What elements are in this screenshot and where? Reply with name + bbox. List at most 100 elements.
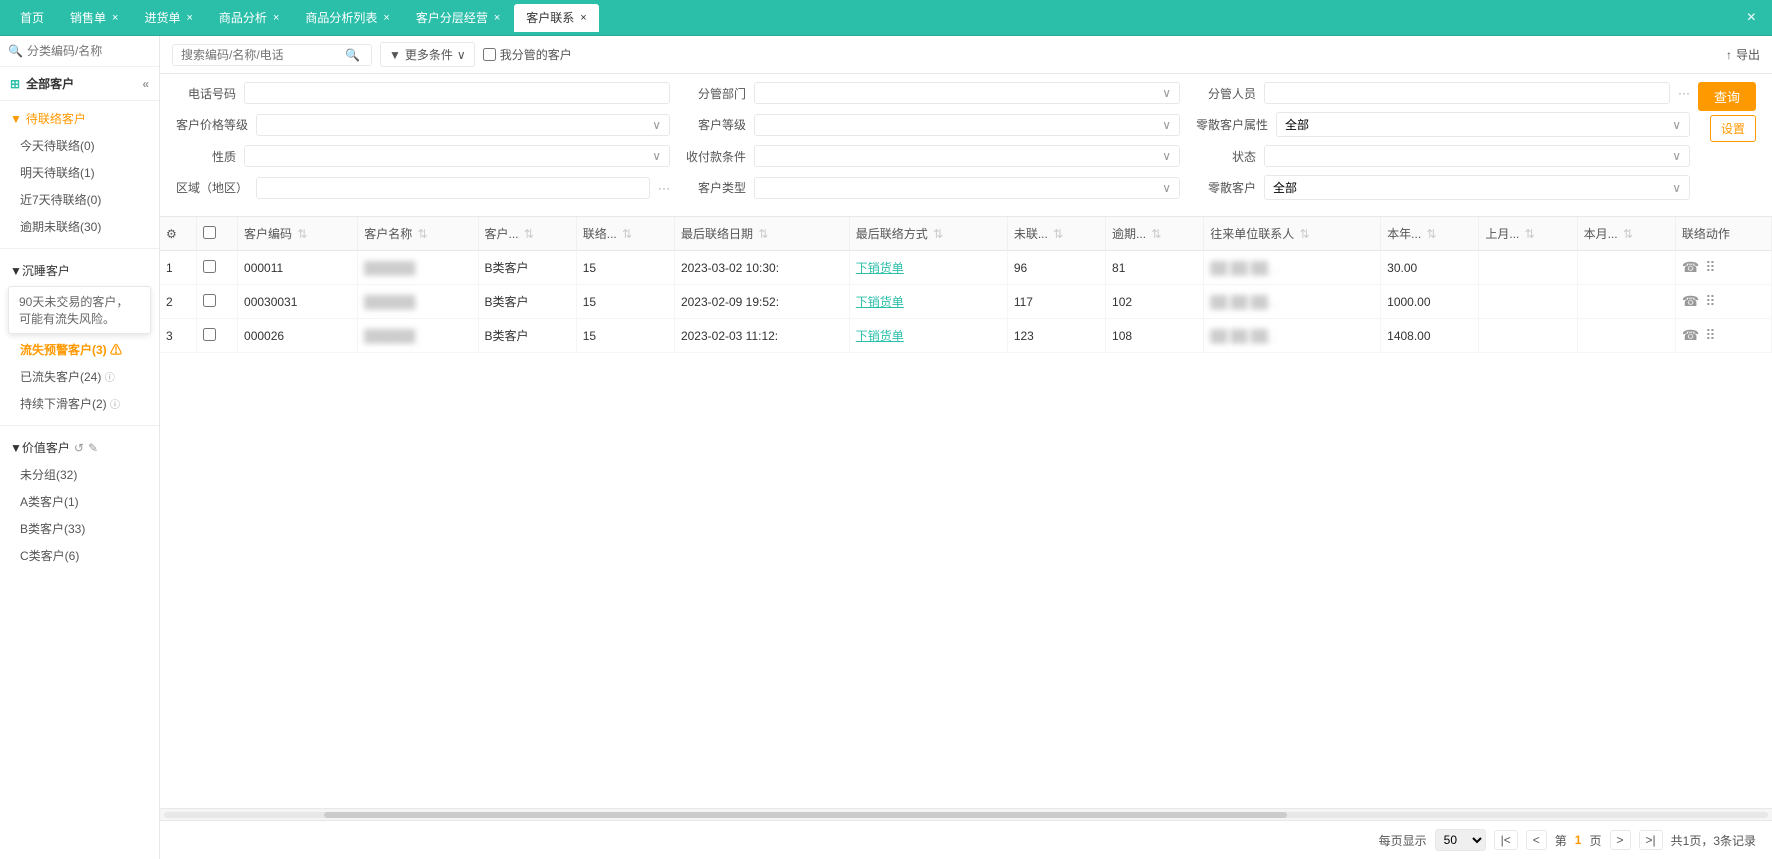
tab-customer-contact[interactable]: 客户联系 × xyxy=(514,4,598,32)
next-page-button[interactable]: > xyxy=(1610,830,1631,850)
tab-analysis-close[interactable]: × xyxy=(273,12,279,24)
row-this-month xyxy=(1577,251,1675,285)
all-customers-header[interactable]: ⊞ 全部客户 « xyxy=(0,67,159,101)
tab-purchase[interactable]: 进货单 × xyxy=(132,4,204,32)
tab-customer-contact-close[interactable]: × xyxy=(580,12,586,24)
zero-customer-select[interactable]: 全部 ∨ xyxy=(1264,175,1690,200)
sidebar-item-class-a[interactable]: A类客户(1) xyxy=(0,488,159,515)
scrollbar-thumb[interactable] xyxy=(324,812,1286,818)
filter-button[interactable]: ▼ 更多条件 ∨ xyxy=(380,42,475,67)
contact-action-icon[interactable]: ☎ xyxy=(1682,259,1699,276)
contact-action-icon[interactable]: ☎ xyxy=(1682,327,1699,344)
query-button[interactable]: 查询 xyxy=(1698,82,1756,111)
dept-select[interactable]: ∨ xyxy=(754,82,1180,104)
prev-page-button[interactable]: < xyxy=(1526,830,1547,850)
window-close-button[interactable]: × xyxy=(1739,9,1764,27)
sidebar-item-declining[interactable]: 持续下滑客户(2) ⓘ xyxy=(0,390,159,417)
price-level-select[interactable]: ∨ xyxy=(256,114,670,136)
tab-bar: 首页 销售单 × 进货单 × 商品分析 × 商品分析列表 × 客户分层经营 × … xyxy=(0,0,1772,36)
sidebar-item-tomorrow[interactable]: 明天待联络(1) xyxy=(0,159,159,186)
contact-action-icon[interactable]: ☎ xyxy=(1682,293,1699,310)
col-type[interactable]: 客户... ⇅ xyxy=(478,217,576,251)
customer-level-select[interactable]: ∨ xyxy=(754,114,1180,136)
payment-select[interactable]: ∨ xyxy=(754,145,1180,167)
more-action-icon[interactable]: ⠿ xyxy=(1705,327,1715,344)
sort-icon-unit-contact: ⇅ xyxy=(1300,227,1310,241)
col-code[interactable]: 客户编码 ⇅ xyxy=(238,217,358,251)
sidebar-group-pending-title[interactable]: ▼ 待联络客户 xyxy=(0,105,159,132)
zero-attr-select[interactable]: 全部 ∨ xyxy=(1276,112,1690,137)
my-customers-checkbox[interactable] xyxy=(483,48,496,61)
search-button-icon[interactable]: 🔍 xyxy=(345,48,360,62)
row-last-way[interactable]: 下销货单 xyxy=(849,251,1007,285)
col-this-month[interactable]: 本月... ⇅ xyxy=(1577,217,1675,251)
collapse-icon[interactable]: « xyxy=(142,77,149,91)
sidebar-group-dormant-title[interactable]: ▼ 沉睡客户 xyxy=(0,257,159,284)
current-page-number: 1 xyxy=(1575,833,1582,847)
row-checkbox-cell[interactable] xyxy=(197,251,238,285)
customer-table: ⚙ 客户编码 ⇅ 客户名称 ⇅ 客户... xyxy=(160,217,1772,353)
select-all-checkbox[interactable] xyxy=(203,226,216,239)
col-uncontacted[interactable]: 未联... ⇅ xyxy=(1007,217,1105,251)
my-customers-checkbox-label[interactable]: 我分管的客户 xyxy=(483,46,572,63)
horizontal-scrollbar[interactable] xyxy=(160,808,1772,820)
tab-sales[interactable]: 销售单 × xyxy=(58,4,130,32)
row-checkbox[interactable] xyxy=(203,260,216,273)
col-checkbox-all[interactable] xyxy=(197,217,238,251)
tab-customer-tier-close[interactable]: × xyxy=(494,12,500,24)
sidebar-search-input[interactable] xyxy=(27,44,160,58)
region-input[interactable] xyxy=(256,177,650,199)
row-checkbox[interactable] xyxy=(203,328,216,341)
tab-analysis-list[interactable]: 商品分析列表 × xyxy=(293,4,401,32)
col-overdue[interactable]: 逾期... ⇅ xyxy=(1106,217,1204,251)
row-checkbox[interactable] xyxy=(203,294,216,307)
sidebar-item-today[interactable]: 今天待联络(0) xyxy=(0,132,159,159)
col-contact[interactable]: 联络... ⇅ xyxy=(576,217,674,251)
col-settings[interactable]: ⚙ xyxy=(160,217,197,251)
more-action-icon[interactable]: ⠿ xyxy=(1705,259,1715,276)
col-last-date[interactable]: 最后联络日期 ⇅ xyxy=(674,217,849,251)
row-uncontacted: 117 xyxy=(1007,285,1105,319)
row-last-way[interactable]: 下销货单 xyxy=(849,285,1007,319)
sidebar-item-churned[interactable]: 已流失客户(24) ⓘ xyxy=(0,363,159,390)
tab-analysis-list-close[interactable]: × xyxy=(383,12,389,24)
toolbar: 🔍 ▼ 更多条件 ∨ 我分管的客户 ↑ 导出 xyxy=(160,36,1772,74)
sidebar-group-value-title[interactable]: ▼ 价值客户 ↺ ✎ xyxy=(0,434,159,461)
more-action-icon[interactable]: ⠿ xyxy=(1705,293,1715,310)
tab-analysis[interactable]: 商品分析 × xyxy=(207,4,291,32)
tab-purchase-close[interactable]: × xyxy=(186,12,192,24)
row-checkbox-cell[interactable] xyxy=(197,285,238,319)
customer-type-select[interactable]: ∨ xyxy=(754,177,1180,199)
tab-sales-close[interactable]: × xyxy=(112,12,118,24)
sidebar-item-overdue[interactable]: 逾期未联络(30) xyxy=(0,213,159,240)
region-dots-icon[interactable]: ··· xyxy=(658,181,670,195)
search-input[interactable] xyxy=(181,48,341,62)
col-last-month[interactable]: 上月... ⇅ xyxy=(1479,217,1577,251)
refresh-icon[interactable]: ↺ xyxy=(74,441,84,455)
more-dots-icon[interactable]: ··· xyxy=(1678,86,1690,100)
row-checkbox-cell[interactable] xyxy=(197,319,238,353)
row-last-way[interactable]: 下销货单 xyxy=(849,319,1007,353)
col-this-year[interactable]: 本年... ⇅ xyxy=(1381,217,1479,251)
sidebar-item-ungrouped[interactable]: 未分组(32) xyxy=(0,461,159,488)
page-size-select[interactable]: 50 100 xyxy=(1435,829,1486,851)
col-last-way[interactable]: 最后联络方式 ⇅ xyxy=(849,217,1007,251)
sidebar-item-7days[interactable]: 近7天待联络(0) xyxy=(0,186,159,213)
sidebar-item-churn-warning[interactable]: 流失预警客户(3) ⚠ xyxy=(0,336,159,363)
first-page-button[interactable]: |< xyxy=(1494,830,1518,850)
sidebar-item-class-b[interactable]: B类客户(33) xyxy=(0,515,159,542)
last-page-button[interactable]: >| xyxy=(1639,830,1663,850)
status-select[interactable]: ∨ xyxy=(1264,145,1690,167)
tab-home[interactable]: 首页 xyxy=(8,4,56,32)
edit-icon[interactable]: ✎ xyxy=(88,441,98,455)
export-button[interactable]: ↑ 导出 xyxy=(1726,46,1760,63)
setting-button[interactable]: 设置 xyxy=(1710,115,1756,142)
phone-input[interactable] xyxy=(244,82,670,104)
col-unit-contact[interactable]: 往来单位联系人 ⇅ xyxy=(1204,217,1381,251)
tab-customer-tier[interactable]: 客户分层经营 × xyxy=(404,4,512,32)
person-input[interactable] xyxy=(1264,82,1670,104)
sidebar-item-class-c[interactable]: C类客户(6) xyxy=(0,542,159,569)
col-name[interactable]: 客户名称 ⇅ xyxy=(358,217,478,251)
chevron-down-icon: ∨ xyxy=(457,48,466,62)
gender-select[interactable]: ∨ xyxy=(244,145,670,167)
